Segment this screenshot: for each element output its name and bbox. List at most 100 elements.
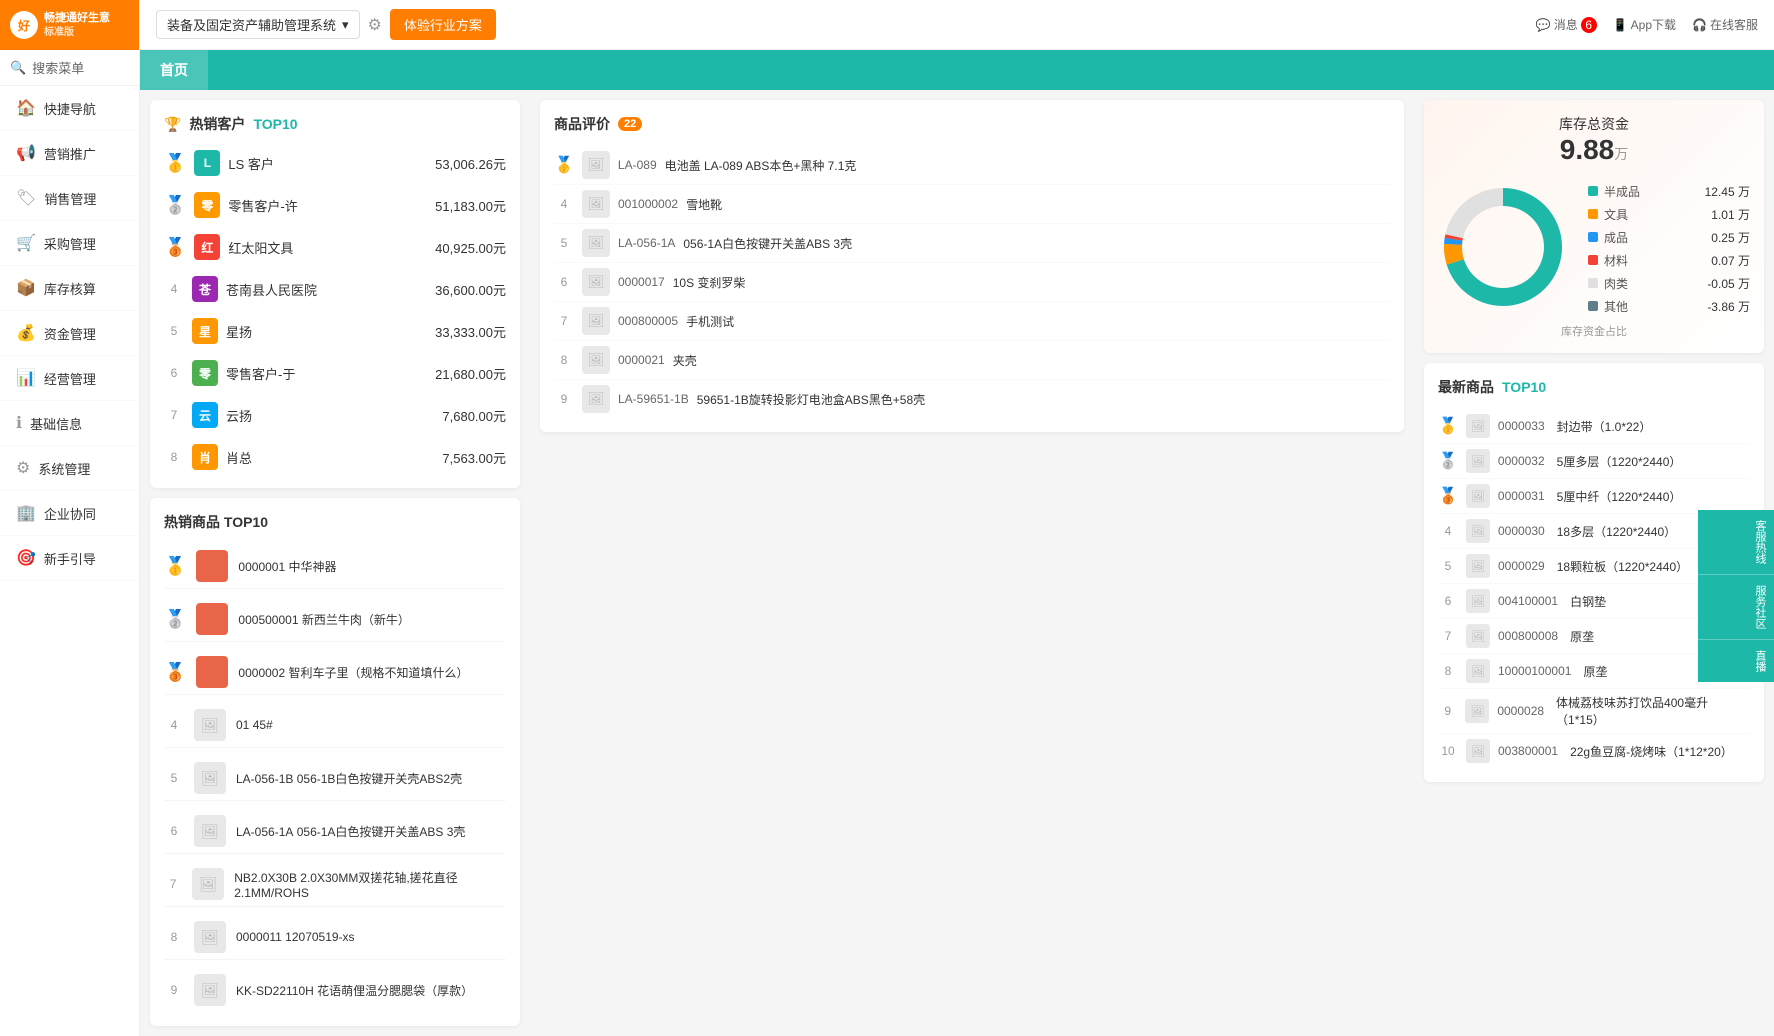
customer-avatar: 星 (192, 318, 218, 344)
purchase-icon: 🛒 (16, 233, 36, 253)
trial-button[interactable]: 体验行业方案 (390, 9, 496, 40)
product-image (196, 550, 228, 582)
sidebar-item-system[interactable]: ⚙ 系统管理 (0, 446, 139, 491)
product-thumb: 🖼 (1466, 624, 1490, 648)
product-thumb: 🖼 (1466, 739, 1490, 763)
rank-icon: 🥈 (164, 195, 186, 216)
hot-customers-card: 🏆 热销客户 TOP10 🥇 L LS 客户 53,006.26元 🥈 零 零售 (150, 100, 520, 488)
top-bar-left: 装备及固定资产辅助管理系统 ▾ ⚙ 体验行业方案 (156, 9, 496, 40)
product-thumb: 🖼 (1466, 484, 1490, 508)
message-icon: 💬 (1536, 18, 1551, 32)
live-button[interactable]: 直播 (1698, 640, 1774, 682)
product-thumb: 🖼 (1466, 414, 1490, 438)
product-image-placeholder: 🖼 (194, 709, 226, 741)
legend-item: 其他 -3.86 万 (1588, 298, 1750, 315)
online-service-link[interactable]: 🎧 在线客服 (1692, 16, 1758, 33)
settings-icon[interactable]: ⚙ (368, 15, 382, 35)
legend-dot (1588, 232, 1598, 242)
list-item: 4 🖼 01 45# (164, 703, 506, 748)
newest-products-title: 最新商品 TOP10 (1438, 377, 1750, 397)
tab-home[interactable]: 首页 (140, 50, 208, 90)
product-image-placeholder: 🖼 (194, 762, 226, 794)
product-thumb: 🖼 (582, 346, 610, 374)
sidebar-item-quick-nav[interactable]: 🏠 快捷导航 (0, 86, 139, 131)
message-link[interactable]: 💬 消息 6 (1536, 16, 1597, 33)
info-icon: ℹ (16, 413, 22, 433)
trophy-icon: 🏆 (164, 116, 181, 133)
sidebar-item-inventory[interactable]: 📦 库存核算 (0, 266, 139, 311)
product-image (196, 603, 228, 635)
list-item: 8 🖼 0000011 12070519-xs (164, 915, 506, 960)
phone-icon: 📱 (1613, 18, 1628, 32)
hot-products-list: 🥇 0000001 中华神器 🥈 000500001 新西兰牛肉（新牛） 🥉 0… (164, 544, 506, 1012)
sidebar-item-operations[interactable]: 📊 经营管理 (0, 356, 139, 401)
sidebar-logo: 好 畅捷通好生意 标准版 (0, 0, 139, 50)
list-item: 4 苍 苍南县人民医院 36,600.00元 (164, 272, 506, 306)
customer-avatar: 苍 (192, 276, 218, 302)
hot-customers-title: 🏆 热销客户 TOP10 (164, 114, 506, 134)
ops-icon: 📊 (16, 368, 36, 388)
dropdown-arrow-icon: ▾ (342, 17, 349, 33)
legend-item: 材料 0.07 万 (1588, 252, 1750, 269)
product-thumb: 🖼 (582, 151, 610, 179)
left-panel: 🏆 热销客户 TOP10 🥇 L LS 客户 53,006.26元 🥈 零 零售 (140, 90, 530, 1036)
guide-icon: 🎯 (16, 548, 36, 568)
nav-tabs: 首页 (140, 50, 1774, 90)
rank-icon: 🥇 (1438, 416, 1458, 436)
list-item: 6 零 零售客户-于 21,680.00元 (164, 356, 506, 390)
app-download-link[interactable]: 📱 App下载 (1613, 16, 1676, 33)
list-item: 5 🖼 LA-056-1A 056-1A白色按键开关盖ABS 3壳 (554, 224, 1390, 263)
legend-dot (1588, 186, 1598, 196)
system-selector[interactable]: 装备及固定资产辅助管理系统 ▾ (156, 10, 360, 39)
customer-list: 🥇 L LS 客户 53,006.26元 🥈 零 零售客户-许 51,183.0… (164, 146, 506, 474)
list-item: 🥈 🖼 0000032 5厘多层（1220*2440） (1438, 444, 1750, 479)
list-item: 9 🖼 LA-59651-1B 59651-1B旋转投影灯电池盒ABS黑色+58… (554, 380, 1390, 418)
list-item: 6 🖼 LA-056-1A 056-1A白色按键开关盖ABS 3壳 (164, 809, 506, 854)
list-item: 9 🖼 0000028 体械荔枝味苏打饮品400毫升（1*15） (1438, 689, 1750, 734)
sidebar-item-purchase[interactable]: 🛒 采购管理 (0, 221, 139, 266)
rank-icon: 🥉 (164, 662, 186, 683)
list-item: 🥉 0000002 智利车子里（规格不知道填什么） (164, 650, 506, 695)
list-item: 🥇 L LS 客户 53,006.26元 (164, 146, 506, 180)
list-item: 7 🖼 000800005 手机测试 (554, 302, 1390, 341)
legend-item: 肉类 -0.05 万 (1588, 275, 1750, 292)
top-bar-right: 💬 消息 6 📱 App下载 🎧 在线客服 (1536, 16, 1758, 33)
service-community-button[interactable]: 服务社区 (1698, 575, 1774, 640)
product-image-placeholder: 🖼 (194, 815, 226, 847)
list-item: 10 🖼 003800001 22g鱼豆腐-烧烤味（1*12*20） (1438, 734, 1750, 768)
search-menu[interactable]: 🔍 搜索菜单 (0, 50, 139, 86)
list-item: 🥉 红 红太阳文具 40,925.00元 (164, 230, 506, 264)
rank-icon: 🥇 (164, 556, 186, 577)
product-image (196, 656, 228, 688)
legend-item: 半成品 12.45 万 (1588, 183, 1750, 200)
sidebar-item-finance[interactable]: 💰 资金管理 (0, 311, 139, 356)
list-item: 🥇 0000001 中华神器 (164, 544, 506, 589)
legend-item: 文具 1.01 万 (1588, 206, 1750, 223)
corp-icon: 🏢 (16, 503, 36, 523)
sidebar-item-corp-collab[interactable]: 🏢 企业协同 (0, 491, 139, 536)
list-item: 🥉 🖼 0000031 5厘中纤（1220*2440） (1438, 479, 1750, 514)
sidebar-item-newbie[interactable]: 🎯 新手引导 (0, 536, 139, 581)
customer-service-button[interactable]: 客服热线 (1698, 510, 1774, 575)
rank-icon: 🥇 (164, 153, 186, 174)
product-thumb: 🖼 (582, 268, 610, 296)
list-item: 8 肖 肖总 7,563.00元 (164, 440, 506, 474)
donut-chart (1438, 182, 1568, 315)
customer-avatar: 零 (192, 360, 218, 386)
hot-products-card: 热销商品 TOP10 🥇 0000001 中华神器 🥈 000500001 新西… (150, 498, 520, 1026)
list-item: 6 🖼 0000017 10S 变刹罗柴 (554, 263, 1390, 302)
headset-icon: 🎧 (1692, 18, 1707, 32)
product-reviews-title: 商品评价 22 (554, 114, 1390, 134)
product-thumb: 🖼 (1465, 699, 1489, 723)
content-area: 🏆 热销客户 TOP10 🥇 L LS 客户 53,006.26元 🥈 零 零售 (140, 90, 1774, 1036)
rank-icon: 🥉 (1438, 486, 1458, 506)
sidebar-item-sales[interactable]: 🏷 销售管理 (0, 176, 139, 221)
sidebar-item-basic-info[interactable]: ℹ 基础信息 (0, 401, 139, 446)
list-item: 🥇 🖼 0000033 封边带（1.0*22） (1438, 409, 1750, 444)
logo-text: 畅捷通好生意 标准版 (44, 11, 110, 38)
product-thumb: 🖼 (1466, 554, 1490, 578)
list-item: 7 🖼 NB2.0X30B 2.0X30MM双搓花轴,搓花直径2.1MM/ROH… (164, 862, 506, 907)
product-thumb: 🖼 (582, 385, 610, 413)
sidebar-item-marketing[interactable]: 📢 营销推广 (0, 131, 139, 176)
list-item: 🥇 🖼 LA-089 电池盖 LA-089 ABS本色+黑种 7.1克 (554, 146, 1390, 185)
